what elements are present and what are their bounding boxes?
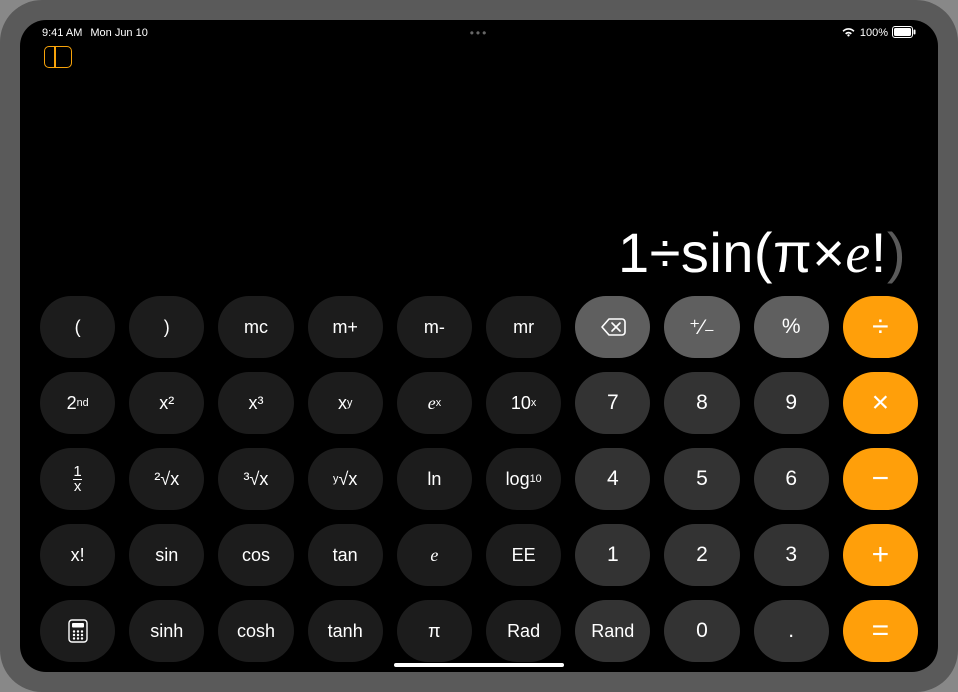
cbrt-key[interactable]: ³√x xyxy=(218,448,293,510)
mminus-key[interactable]: m- xyxy=(397,296,472,358)
decimal-key[interactable]: . xyxy=(754,600,829,662)
mplus-key[interactable]: m+ xyxy=(308,296,383,358)
x-cubed-key[interactable]: x³ xyxy=(218,372,293,434)
x-power-y-key[interactable]: xy xyxy=(308,372,383,434)
equals-key[interactable]: = xyxy=(843,600,918,662)
battery-icon xyxy=(892,26,916,41)
sqrt-key[interactable]: ²√x xyxy=(129,448,204,510)
expression-e: e xyxy=(845,223,870,285)
rparen-key[interactable]: ) xyxy=(129,296,204,358)
second-key[interactable]: 2nd xyxy=(40,372,115,434)
expression-close: ) xyxy=(887,221,906,284)
expression-bang: ! xyxy=(871,221,887,284)
divide-key[interactable]: ÷ xyxy=(843,296,918,358)
home-indicator[interactable] xyxy=(394,663,564,667)
x-squared-key[interactable]: x² xyxy=(129,372,204,434)
one-over-x-key[interactable]: 1x xyxy=(40,448,115,510)
ee-key[interactable]: EE xyxy=(486,524,561,586)
sin-key[interactable]: sin xyxy=(129,524,204,586)
ipad-frame: 9:41 AM Mon Jun 10 ••• 100% 1÷sin(π×e!) xyxy=(0,0,958,692)
status-time: 9:41 AM xyxy=(42,27,82,39)
log10-key[interactable]: log10 xyxy=(486,448,561,510)
multitask-dots-icon[interactable]: ••• xyxy=(470,26,489,40)
calculator-mode-key[interactable] xyxy=(40,600,115,662)
cosh-key[interactable]: cosh xyxy=(218,600,293,662)
mc-key[interactable]: mc xyxy=(218,296,293,358)
expression-display[interactable]: 1÷sin(π×e!) xyxy=(30,70,928,296)
six-key[interactable]: 6 xyxy=(754,448,829,510)
tan-key[interactable]: tan xyxy=(308,524,383,586)
rad-key[interactable]: Rad xyxy=(486,600,561,662)
backspace-icon xyxy=(600,317,626,337)
cos-key[interactable]: cos xyxy=(218,524,293,586)
lparen-key[interactable]: ( xyxy=(40,296,115,358)
eight-key[interactable]: 8 xyxy=(664,372,739,434)
e-power-x-key[interactable]: ex xyxy=(397,372,472,434)
screen: 9:41 AM Mon Jun 10 ••• 100% 1÷sin(π×e!) xyxy=(20,20,938,672)
wifi-icon xyxy=(841,26,856,40)
ten-power-x-key[interactable]: 10x xyxy=(486,372,561,434)
top-controls xyxy=(30,40,928,70)
battery-percent: 100% xyxy=(860,27,888,39)
percent-key[interactable]: % xyxy=(754,296,829,358)
y-root-x-key[interactable]: y√x xyxy=(308,448,383,510)
four-key[interactable]: 4 xyxy=(575,448,650,510)
plus-key[interactable]: + xyxy=(843,524,918,586)
seven-key[interactable]: 7 xyxy=(575,372,650,434)
toggle-sidebar-icon[interactable] xyxy=(44,46,72,68)
e-key[interactable]: e xyxy=(397,524,472,586)
ln-key[interactable]: ln xyxy=(397,448,472,510)
rand-key[interactable]: Rand xyxy=(575,600,650,662)
expression-main: 1÷sin(π× xyxy=(618,221,845,284)
five-key[interactable]: 5 xyxy=(664,448,739,510)
two-key[interactable]: 2 xyxy=(664,524,739,586)
calculator-icon xyxy=(68,619,88,643)
minus-key[interactable]: − xyxy=(843,448,918,510)
backspace-key[interactable] xyxy=(575,296,650,358)
pi-key[interactable]: π xyxy=(397,600,472,662)
mr-key[interactable]: mr xyxy=(486,296,561,358)
tanh-key[interactable]: tanh xyxy=(308,600,383,662)
factorial-key[interactable]: x! xyxy=(40,524,115,586)
keypad: ( ) mc m+ m- mr ⁺∕₋ % ÷ 2nd x² x³ xy ex … xyxy=(30,296,928,672)
nine-key[interactable]: 9 xyxy=(754,372,829,434)
status-bar: 9:41 AM Mon Jun 10 ••• 100% xyxy=(30,20,928,40)
sinh-key[interactable]: sinh xyxy=(129,600,204,662)
zero-key[interactable]: 0 xyxy=(664,600,739,662)
three-key[interactable]: 3 xyxy=(754,524,829,586)
one-key[interactable]: 1 xyxy=(575,524,650,586)
multiply-key[interactable]: × xyxy=(843,372,918,434)
status-date: Mon Jun 10 xyxy=(90,27,147,39)
plusminus-key[interactable]: ⁺∕₋ xyxy=(664,296,739,358)
